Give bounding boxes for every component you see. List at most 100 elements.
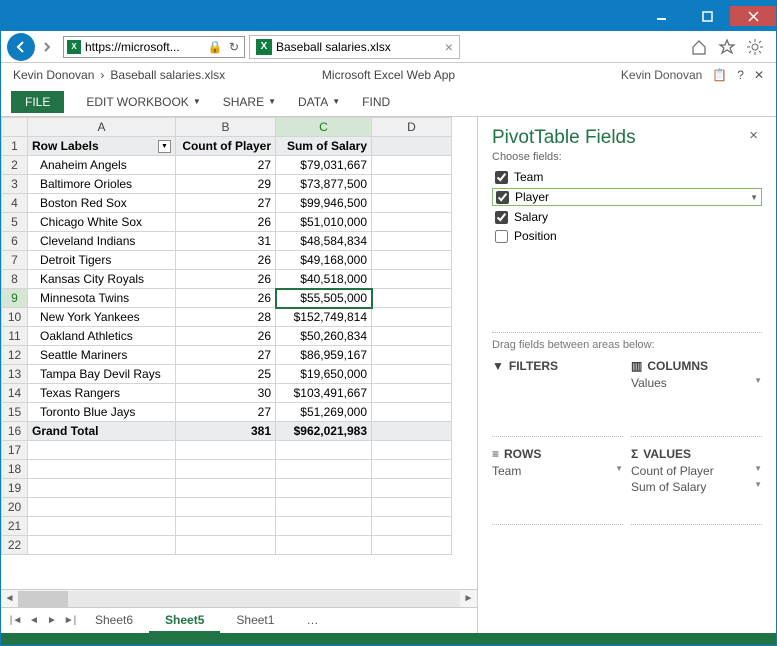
- cell[interactable]: Minnesota Twins: [28, 289, 176, 308]
- cell[interactable]: 25: [176, 365, 276, 384]
- row-header-3[interactable]: 3: [2, 175, 28, 194]
- cell[interactable]: Toronto Blue Jays: [28, 403, 176, 422]
- menu-edit-workbook[interactable]: EDIT WORKBOOK▼: [86, 95, 200, 109]
- back-button[interactable]: [7, 33, 35, 61]
- next-sheet-icon[interactable]: ►: [43, 615, 61, 626]
- cell[interactable]: 27: [176, 156, 276, 175]
- cell[interactable]: $103,491,667: [276, 384, 372, 403]
- horizontal-scrollbar[interactable]: ◄ ►: [1, 589, 477, 607]
- tab-close-icon[interactable]: ×: [445, 39, 453, 55]
- cell[interactable]: [372, 384, 452, 403]
- forward-button[interactable]: [37, 37, 57, 57]
- scroll-left-icon[interactable]: ◄: [1, 593, 18, 604]
- cell[interactable]: $49,168,000: [276, 251, 372, 270]
- maximize-button[interactable]: [684, 6, 730, 26]
- cell[interactable]: Boston Red Sox: [28, 194, 176, 213]
- cell[interactable]: $79,031,667: [276, 156, 372, 175]
- sheet-tab-sheet1[interactable]: Sheet1: [220, 609, 290, 633]
- cell[interactable]: Detroit Tigers: [28, 251, 176, 270]
- cell[interactable]: [372, 251, 452, 270]
- cell[interactable]: 30: [176, 384, 276, 403]
- filters-area[interactable]: ▼FILTERS: [492, 357, 623, 437]
- field-position[interactable]: Position: [492, 228, 762, 244]
- cell[interactable]: [372, 346, 452, 365]
- row-header-12[interactable]: 12: [2, 346, 28, 365]
- settings-icon[interactable]: [746, 38, 764, 56]
- cell[interactable]: Seattle Mariners: [28, 346, 176, 365]
- cell[interactable]: [372, 156, 452, 175]
- cell[interactable]: [176, 460, 276, 479]
- col-header-B[interactable]: B: [176, 118, 276, 137]
- cell[interactable]: 27: [176, 346, 276, 365]
- user-name[interactable]: Kevin Donovan: [621, 68, 702, 82]
- cell[interactable]: [372, 327, 452, 346]
- menu-data[interactable]: DATA▼: [298, 95, 340, 109]
- cell[interactable]: [372, 517, 452, 536]
- cell[interactable]: Cleveland Indians: [28, 232, 176, 251]
- row-header-15[interactable]: 15: [2, 403, 28, 422]
- grid[interactable]: ABCD1Row Labels▼Count of PlayerSum of Sa…: [1, 117, 477, 589]
- close-pane-icon[interactable]: ✕: [754, 68, 764, 82]
- row-header-14[interactable]: 14: [2, 384, 28, 403]
- cell[interactable]: [372, 232, 452, 251]
- sheet-tab-sheet6[interactable]: Sheet6: [79, 609, 149, 633]
- area-item[interactable]: Team▼: [492, 463, 623, 479]
- cell[interactable]: Texas Rangers: [28, 384, 176, 403]
- scroll-right-icon[interactable]: ►: [460, 593, 477, 604]
- rows-area[interactable]: ≡ROWS Team▼: [492, 445, 623, 525]
- file-tab[interactable]: FILE: [11, 91, 64, 113]
- cell[interactable]: Tampa Bay Devil Rays: [28, 365, 176, 384]
- menu-share[interactable]: SHARE▼: [223, 95, 276, 109]
- cell[interactable]: [28, 517, 176, 536]
- row-header-1[interactable]: 1: [2, 137, 28, 156]
- cell[interactable]: [176, 479, 276, 498]
- row-header-20[interactable]: 20: [2, 498, 28, 517]
- cell[interactable]: [276, 498, 372, 517]
- cell[interactable]: [372, 422, 452, 441]
- close-button[interactable]: [730, 6, 776, 26]
- cell[interactable]: [176, 517, 276, 536]
- row-header-22[interactable]: 22: [2, 536, 28, 555]
- row-header-11[interactable]: 11: [2, 327, 28, 346]
- field-salary[interactable]: Salary: [492, 209, 762, 225]
- breadcrumb-user[interactable]: Kevin Donovan: [13, 68, 94, 82]
- row-header-7[interactable]: 7: [2, 251, 28, 270]
- select-all-cell[interactable]: [2, 118, 28, 137]
- area-item[interactable]: Sum of Salary▼: [631, 479, 762, 495]
- row-header-8[interactable]: 8: [2, 270, 28, 289]
- cell[interactable]: [372, 536, 452, 555]
- home-icon[interactable]: [690, 38, 708, 56]
- cell[interactable]: $152,749,814: [276, 308, 372, 327]
- refresh-icon[interactable]: ↻: [226, 40, 242, 54]
- cell[interactable]: [176, 441, 276, 460]
- values-area[interactable]: ΣVALUES Count of Player▼Sum of Salary▼: [631, 445, 762, 525]
- more-sheets-button[interactable]: …: [290, 609, 334, 633]
- cell[interactable]: 27: [176, 194, 276, 213]
- cell[interactable]: [372, 137, 452, 156]
- sheet-tab-sheet5[interactable]: Sheet5: [149, 609, 220, 633]
- cell[interactable]: [28, 441, 176, 460]
- cell[interactable]: [176, 536, 276, 555]
- scroll-thumb[interactable]: [18, 591, 68, 607]
- cell[interactable]: [372, 479, 452, 498]
- field-team[interactable]: Team: [492, 169, 762, 185]
- col-header-C[interactable]: C: [276, 118, 372, 137]
- cell[interactable]: 28: [176, 308, 276, 327]
- cell[interactable]: 26: [176, 289, 276, 308]
- cell[interactable]: [28, 479, 176, 498]
- cell[interactable]: Anaheim Angels: [28, 156, 176, 175]
- cell[interactable]: 27: [176, 403, 276, 422]
- cell[interactable]: [28, 460, 176, 479]
- cell[interactable]: [372, 194, 452, 213]
- row-header-18[interactable]: 18: [2, 460, 28, 479]
- cell[interactable]: 26: [176, 251, 276, 270]
- columns-area[interactable]: ▥COLUMNS Values▼: [631, 357, 762, 437]
- cell[interactable]: [276, 441, 372, 460]
- scroll-track[interactable]: [18, 591, 460, 607]
- row-header-13[interactable]: 13: [2, 365, 28, 384]
- cell[interactable]: New York Yankees: [28, 308, 176, 327]
- area-item[interactable]: Count of Player▼: [631, 463, 762, 479]
- menu-find[interactable]: FIND: [362, 95, 390, 109]
- cell[interactable]: 26: [176, 327, 276, 346]
- cell[interactable]: $50,260,834: [276, 327, 372, 346]
